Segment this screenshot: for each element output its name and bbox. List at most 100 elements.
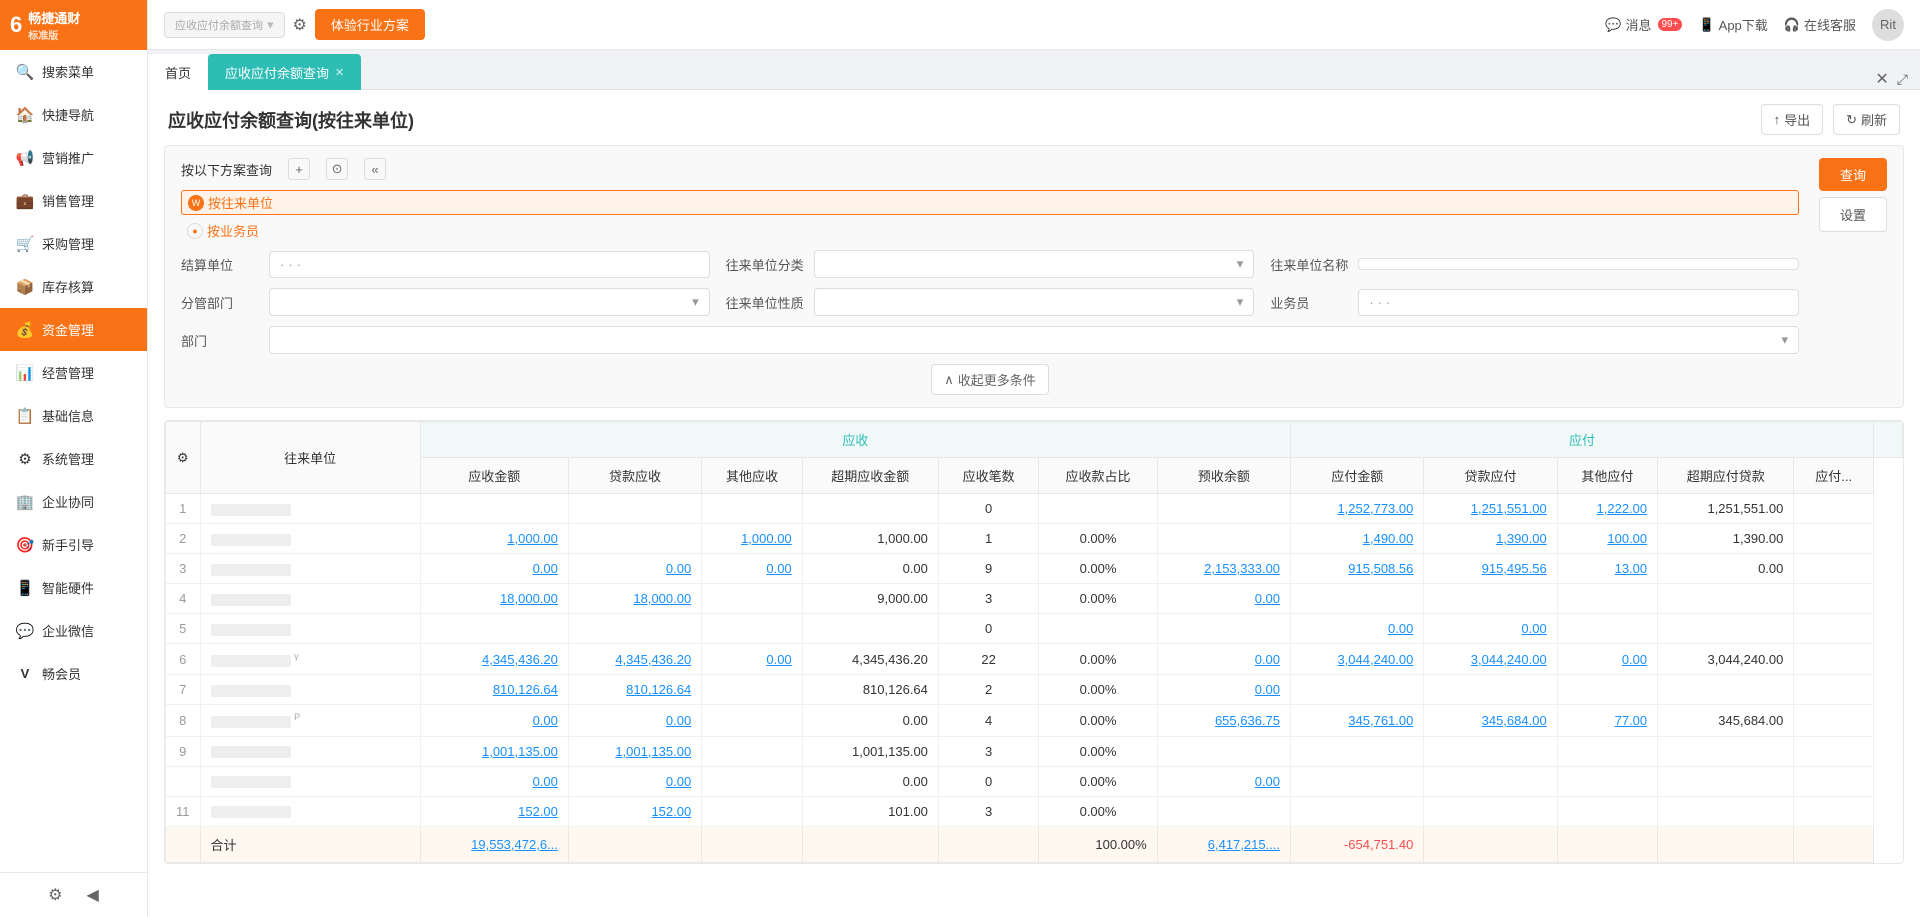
inventory-icon: 📦: [16, 278, 34, 296]
sidebar-item-search[interactable]: 🔍 搜索菜单: [0, 50, 147, 93]
app-name: 畅捷通财: [28, 8, 80, 27]
row-ar-prepay: 655,636.75: [1157, 705, 1290, 736]
row-num: [166, 766, 201, 796]
industry-btn[interactable]: 体验行业方案: [315, 9, 425, 40]
chevron-down-icon2: ▾: [692, 294, 699, 310]
sidebar-item-wechat[interactable]: 💬 企业微信: [0, 609, 147, 652]
footer-ap-loan: [1424, 826, 1557, 862]
finance-icon: 💰: [16, 321, 34, 339]
main-area: 应收应付余额查询 ▾ ⚙ 体验行业方案 💬 消息 99+ 📱 App下载 🎧 在…: [148, 0, 1920, 917]
row-ap-loan: 915,495.56: [1424, 554, 1557, 584]
sidebar-settings-icon[interactable]: ⚙: [48, 885, 62, 905]
export-btn[interactable]: ↑ 导出: [1761, 104, 1824, 135]
sidebar-item-basic[interactable]: 📋 基础信息: [0, 394, 147, 437]
unit-name-input[interactable]: [1358, 258, 1799, 270]
row-ap-more: [1794, 554, 1874, 584]
tab-fullscreen-icon[interactable]: ⤢: [1897, 71, 1908, 88]
collapse-label: 收起更多条件: [958, 370, 1036, 389]
row-ap-amount: 345,761.00: [1291, 705, 1424, 736]
footer-ar-prepay[interactable]: 6,417,215....: [1157, 826, 1290, 862]
sidebar-item-member[interactable]: V 畅会员: [0, 652, 147, 695]
operation-icon: 📊: [16, 364, 34, 382]
settlement-unit-group: 结算单位 ···: [181, 251, 710, 278]
add-scheme-icon[interactable]: +: [288, 158, 310, 180]
sidebar-collapse-icon[interactable]: ◀: [87, 885, 99, 905]
unit-category-select[interactable]: ▾: [814, 250, 1255, 278]
col-settings[interactable]: ⚙: [166, 422, 201, 494]
row-ar-loan: 0.00: [568, 705, 701, 736]
settings-btn[interactable]: 设置: [1819, 197, 1887, 232]
sidebar-item-system[interactable]: ⚙ 系统管理: [0, 437, 147, 480]
edit-scheme-icon[interactable]: ⊙: [326, 158, 348, 180]
row-ap-amount: 1,252,773.00: [1291, 494, 1424, 524]
row-ap-more: [1794, 614, 1874, 644]
more-scheme-icon[interactable]: «: [364, 158, 386, 180]
footer-ar-amount[interactable]: 19,553,472,6...: [420, 826, 568, 862]
sidebar-item-hardware[interactable]: 📱 智能硬件: [0, 566, 147, 609]
salesman-input[interactable]: ···: [1358, 289, 1799, 316]
online-service-label: 在线客服: [1804, 15, 1856, 34]
scheme-by-salesman[interactable]: ● 按业务员: [181, 219, 1799, 242]
user-avatar[interactable]: Rit: [1872, 9, 1904, 41]
row-ar-other: [702, 766, 802, 796]
row-ar-prepay: [1157, 614, 1290, 644]
col-ap-loan: 贷款应付: [1424, 458, 1557, 494]
scheme-salesman-label: 按业务员: [207, 221, 259, 240]
sidebar-item-guide[interactable]: 🎯 新手引导: [0, 523, 147, 566]
unit-nature-group: 往来单位性质 ▾: [726, 288, 1255, 316]
dept-manager-select[interactable]: ▾: [269, 288, 710, 316]
row-num: 6: [166, 644, 201, 675]
row-ar-prepay: [1157, 736, 1290, 766]
search-icon: 🔍: [16, 63, 34, 81]
collapse-btn[interactable]: ∧ 收起更多条件: [931, 364, 1049, 395]
row-ar-ratio: 0.00%: [1039, 675, 1157, 705]
table-settings-icon[interactable]: ⚙: [177, 450, 189, 465]
dept-select[interactable]: ▾: [269, 326, 1799, 354]
row-ap-more: [1794, 644, 1874, 675]
tab-close-all-icon[interactable]: ✕: [1875, 69, 1888, 89]
row-ar-prepay: [1157, 524, 1290, 554]
sidebar-item-enterprise[interactable]: 🏢 企业协同: [0, 480, 147, 523]
col-ar-amount: 应收金额: [420, 458, 568, 494]
row-ap-other: [1557, 766, 1657, 796]
sidebar-item-purchase[interactable]: 🛒 采购管理: [0, 222, 147, 265]
filter-area: 按以下方案查询 + ⊙ « W 按往来单位 ● 按业务员: [164, 145, 1904, 408]
row-ar-amount: 1,000.00: [420, 524, 568, 554]
row-ar-prepay: 0.00: [1157, 644, 1290, 675]
salesman-group: 业务员 ···: [1270, 289, 1799, 316]
sidebar-item-inventory[interactable]: 📦 库存核算: [0, 265, 147, 308]
footer-settings: [166, 826, 201, 862]
filter-actions: 查询 设置: [1819, 158, 1887, 232]
close-icon[interactable]: ✕: [335, 66, 344, 79]
app-download-btn[interactable]: 📱 App下载: [1698, 15, 1767, 34]
unit-nature-select[interactable]: ▾: [814, 288, 1255, 316]
footer-ar-count: [938, 826, 1038, 862]
tab-home[interactable]: 首页: [148, 54, 208, 90]
sidebar-item-quick[interactable]: 🏠 快捷导航: [0, 93, 147, 136]
sidebar-item-finance[interactable]: 💰 资金管理: [0, 308, 147, 351]
row-ap-other: [1557, 796, 1657, 826]
sidebar-item-marketing[interactable]: 📢 营销推广: [0, 136, 147, 179]
query-btn[interactable]: 查询: [1819, 158, 1887, 191]
sidebar-item-operation[interactable]: 📊 经营管理: [0, 351, 147, 394]
scheme-by-partner[interactable]: W 按往来单位: [181, 190, 1799, 215]
sidebar-item-sales[interactable]: 💼 销售管理: [0, 179, 147, 222]
row-ar-amount: 0.00: [420, 705, 568, 736]
row-ap-other: 77.00: [1557, 705, 1657, 736]
home-icon: 🏠: [16, 106, 34, 124]
row-ap-loan: [1424, 736, 1557, 766]
tab-arlist[interactable]: 应收应付余额查询 ✕: [208, 54, 361, 90]
settlement-unit-input[interactable]: ···: [269, 251, 710, 278]
breadcrumb-chevron: ▾: [267, 17, 274, 33]
gear-icon[interactable]: ⚙: [293, 15, 307, 35]
tab-arlist-label: 应收应付余额查询: [225, 63, 329, 82]
refresh-btn[interactable]: ↻ 刷新: [1833, 104, 1900, 135]
row-ar-ratio: 0.00%: [1039, 584, 1157, 614]
row-ar-overdue: 1,001,135.00: [802, 736, 938, 766]
unit-nature-label: 往来单位性质: [726, 293, 806, 312]
message-btn[interactable]: 💬 消息 99+: [1605, 15, 1682, 34]
row-ap-overdue: 345,684.00: [1658, 705, 1794, 736]
online-service-btn[interactable]: 🎧 在线客服: [1784, 15, 1856, 34]
row-ar-other: [702, 736, 802, 766]
sidebar-label-finance: 资金管理: [42, 320, 94, 339]
